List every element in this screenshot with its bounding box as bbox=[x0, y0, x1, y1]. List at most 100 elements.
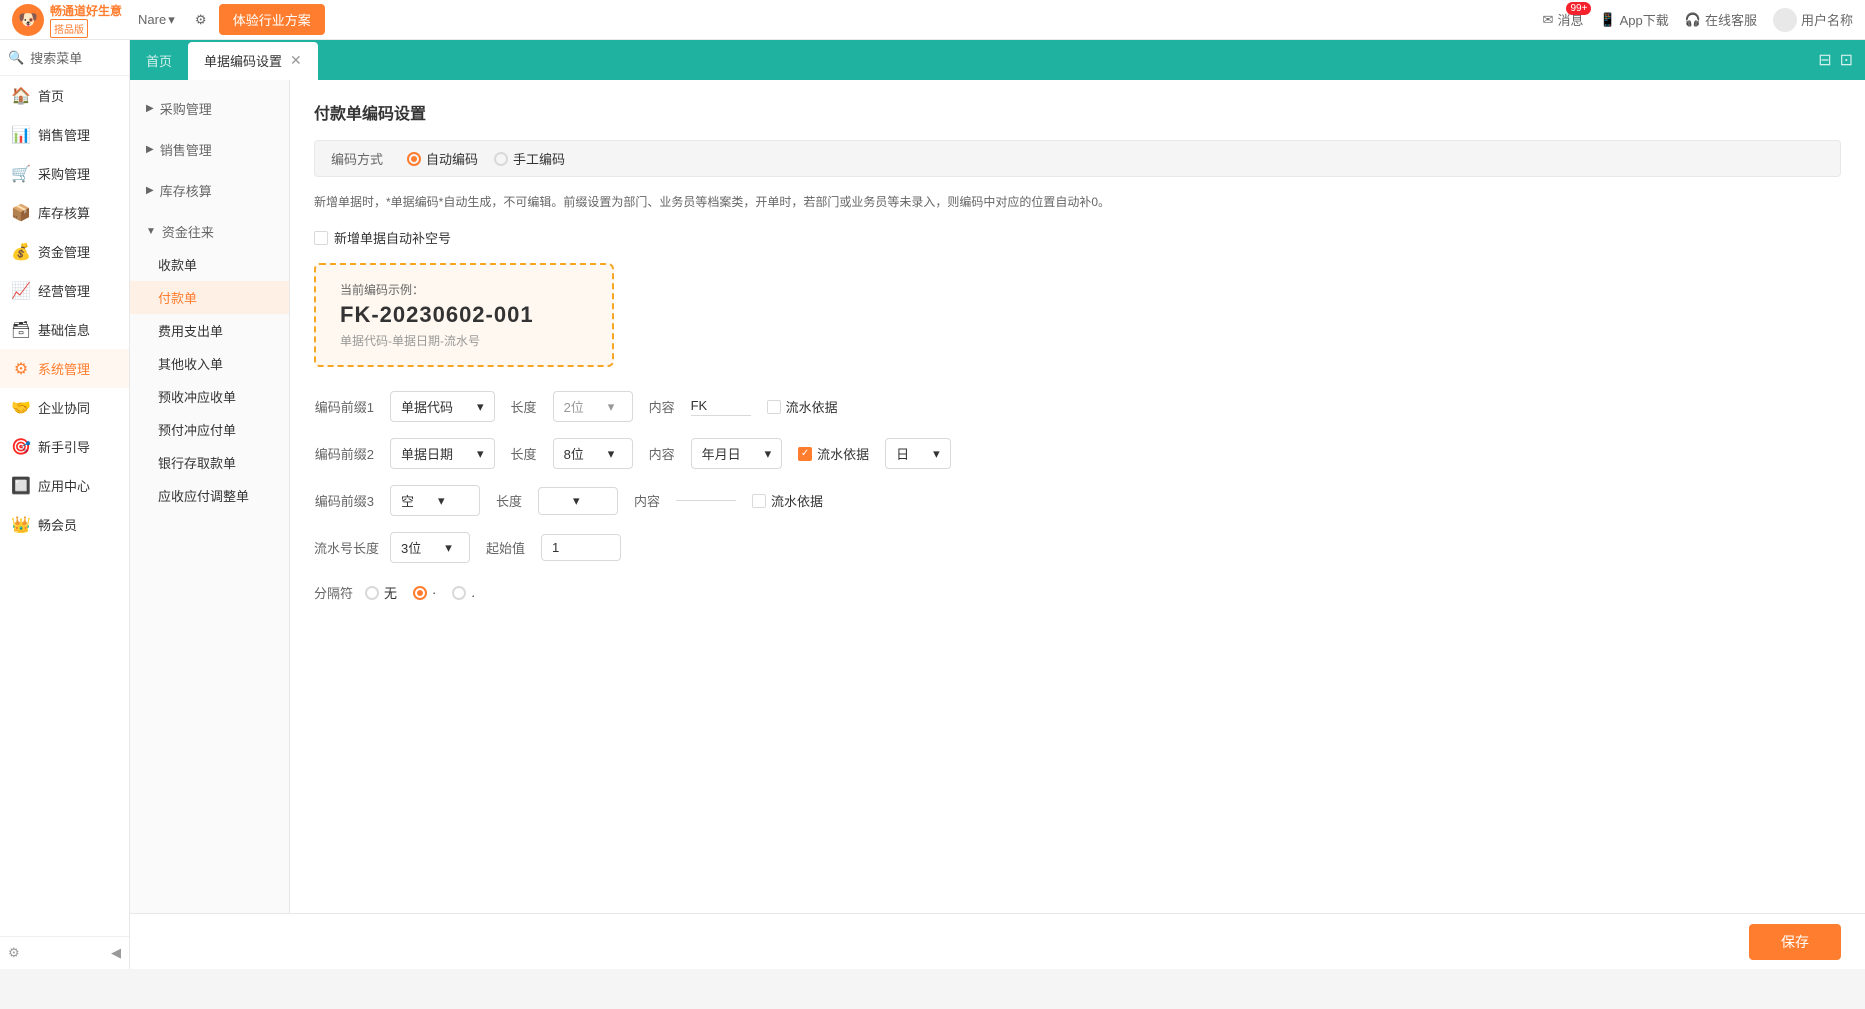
basic-icon: 🗃 bbox=[12, 321, 30, 339]
messages-button[interactable]: ✉ 消息 99+ bbox=[1543, 10, 1584, 29]
sub-group-purchase: ▶ 采购管理 bbox=[130, 88, 289, 129]
notice-text: 新增单据时，*单据编码*自动生成，不可编辑。前缀设置为部门、业务员等档案类，开单… bbox=[314, 193, 1841, 212]
main-content: 首页 单据编码设置 ✕ ⊟ ⊡ ▶ 采购管理 ▶ 销售管理 bbox=[130, 40, 1865, 969]
sub-sidebar-sales[interactable]: ▶ 销售管理 bbox=[130, 133, 289, 166]
radio-manual-encode[interactable]: 手工编码 bbox=[494, 149, 565, 168]
trial-button[interactable]: 体验行业方案 bbox=[219, 4, 325, 35]
tab-minimize-icon[interactable]: ⊟ bbox=[1818, 50, 1831, 70]
user-avatar[interactable]: 用户名称 bbox=[1773, 8, 1853, 32]
length-1-select[interactable]: 2位 ▾ bbox=[553, 391, 633, 422]
sidebar-item-finance[interactable]: 💰 资金管理 bbox=[0, 232, 129, 271]
stream-2-checkbox[interactable]: 流水依据 bbox=[798, 444, 869, 463]
start-value-input[interactable] bbox=[541, 534, 621, 561]
top-bar: 🐶 畅通道好生意 搭品版 Nare ▾ ⚙ 体验行业方案 ✉ 消息 99+ 📱 … bbox=[0, 0, 1865, 40]
prefix-3-select[interactable]: 空 ▾ bbox=[390, 485, 480, 516]
sidebar-item-cooperation[interactable]: 🤝 企业协同 bbox=[0, 388, 129, 427]
prefix-2-select[interactable]: 单据日期 ▾ bbox=[390, 438, 495, 469]
online-service-button[interactable]: 🎧 在线客服 bbox=[1685, 10, 1757, 29]
separator-options: 无 · . bbox=[365, 583, 475, 602]
sub-sidebar-inventory[interactable]: ▶ 库存核算 bbox=[130, 174, 289, 207]
logo-icon: 🐶 bbox=[12, 4, 44, 36]
chevron-right-icon: ▶ bbox=[146, 103, 154, 114]
settings-icon[interactable]: ⚙ bbox=[187, 6, 215, 34]
download-icon: 📱 bbox=[1599, 12, 1615, 28]
chevron-down-icon: ▾ bbox=[573, 493, 580, 509]
tab-bar-right: ⊟ ⊡ bbox=[1818, 50, 1865, 70]
prefix-3-label: 编码前缀3 bbox=[314, 491, 374, 510]
stream-1-checkbox[interactable]: 流水依据 bbox=[767, 397, 838, 416]
sub-sidebar-capital[interactable]: ▼ 资金往来 bbox=[130, 215, 289, 248]
top-bar-left: 🐶 畅通道好生意 搭品版 Nare ▾ ⚙ 体验行业方案 bbox=[12, 2, 325, 38]
sub-sidebar-prepaid-ar[interactable]: 预收冲应收单 bbox=[130, 380, 289, 413]
length-2-select[interactable]: 8位 ▾ bbox=[553, 438, 633, 469]
search-menu-button[interactable]: 🔍 搜索菜单 bbox=[0, 40, 129, 76]
sub-sidebar: ▶ 采购管理 ▶ 销售管理 ▶ 库存核算 ▼ 资金往来 bbox=[130, 80, 290, 913]
sep-dash[interactable]: . bbox=[452, 585, 475, 600]
sub-sidebar-prepaid-ap[interactable]: 预付冲应付单 bbox=[130, 413, 289, 446]
sidebar-collapse-icon[interactable]: ◀ bbox=[111, 945, 121, 961]
sep-none[interactable]: 无 bbox=[365, 583, 397, 602]
serial-length-select[interactable]: 3位 ▾ bbox=[390, 532, 470, 563]
content-2-label: 内容 bbox=[649, 444, 675, 463]
tab-home[interactable]: 首页 bbox=[130, 40, 188, 80]
sidebar-item-purchase[interactable]: 🛒 采购管理 bbox=[0, 154, 129, 193]
page-title: 付款单编码设置 bbox=[314, 100, 1841, 124]
sidebar-item-inventory[interactable]: 📦 库存核算 bbox=[0, 193, 129, 232]
app-download-button[interactable]: 📱 App下载 bbox=[1599, 10, 1668, 29]
app-logo: 🐶 畅通道好生意 搭品版 bbox=[12, 2, 122, 38]
length-3-select[interactable]: ▾ bbox=[538, 487, 618, 515]
tab-close-icon[interactable]: ✕ bbox=[290, 52, 302, 69]
sidebar-item-basic[interactable]: 🗃 基础信息 bbox=[0, 310, 129, 349]
save-button[interactable]: 保存 bbox=[1749, 924, 1841, 960]
sidebar-item-member[interactable]: 👑 畅会员 bbox=[0, 505, 129, 544]
radio-auto-encode[interactable]: 自动编码 bbox=[407, 149, 478, 168]
inventory-icon: 📦 bbox=[12, 204, 30, 222]
sub-sidebar-bank[interactable]: 银行存取款单 bbox=[130, 446, 289, 479]
prefix-1-select[interactable]: 单据代码 ▾ bbox=[390, 391, 495, 422]
prefix-row-2: 编码前缀2 单据日期 ▾ 长度 8位 ▾ 内容 年月日 ▾ 流水依据 bbox=[314, 438, 1841, 469]
auto-fill-row: 新增单据自动补空号 bbox=[314, 228, 1841, 247]
content-area: ▶ 采购管理 ▶ 销售管理 ▶ 库存核算 ▼ 资金往来 bbox=[130, 80, 1865, 913]
length-2-label: 长度 bbox=[511, 444, 537, 463]
sidebar-item-home[interactable]: 🏠 首页 bbox=[0, 76, 129, 115]
stream-1-box[interactable] bbox=[767, 400, 781, 414]
start-value-label: 起始值 bbox=[486, 538, 525, 557]
sep-dash-radio bbox=[452, 586, 466, 600]
length-1-label: 长度 bbox=[511, 397, 537, 416]
sep-dot[interactable]: · bbox=[413, 585, 436, 600]
sidebar-item-system[interactable]: ⚙ 系统管理 bbox=[0, 349, 129, 388]
sidebar-item-apps[interactable]: 🔲 应用中心 bbox=[0, 466, 129, 505]
search-icon: 🔍 bbox=[8, 50, 24, 66]
sub-group-sales: ▶ 销售管理 bbox=[130, 129, 289, 170]
code-preview-box: 当前编码示例： FK-20230602-001 单据代码-单据日期-流水号 bbox=[314, 263, 614, 367]
bottom-bar: 保存 bbox=[130, 913, 1865, 969]
stream-3-checkbox[interactable]: 流水依据 bbox=[752, 491, 823, 510]
sub-sidebar-payment[interactable]: 付款单 bbox=[130, 281, 289, 314]
auto-fill-checkbox[interactable] bbox=[314, 231, 328, 245]
sub-sidebar-purchase[interactable]: ▶ 采购管理 bbox=[130, 92, 289, 125]
sub-sidebar-expense[interactable]: 费用支出单 bbox=[130, 314, 289, 347]
sub-sidebar-other-income[interactable]: 其他收入单 bbox=[130, 347, 289, 380]
home-icon: 🏠 bbox=[12, 87, 30, 105]
sidebar-item-sales[interactable]: 📊 销售管理 bbox=[0, 115, 129, 154]
tab-maximize-icon[interactable]: ⊡ bbox=[1840, 50, 1853, 70]
sidebar-item-guide[interactable]: 🎯 新手引导 bbox=[0, 427, 129, 466]
stream-2-box[interactable] bbox=[798, 447, 812, 461]
length-3-label: 长度 bbox=[496, 491, 522, 510]
radio-auto-circle bbox=[407, 152, 421, 166]
message-badge: 99+ bbox=[1566, 2, 1591, 15]
sub-sidebar-receipt[interactable]: 收款单 bbox=[130, 248, 289, 281]
tab-encode-settings[interactable]: 单据编码设置 ✕ bbox=[188, 42, 318, 82]
sub-group-capital: ▼ 资金往来 收款单 付款单 费用支出单 其他收入单 预收冲应收单 预付冲应付单… bbox=[130, 211, 289, 516]
top-bar-nav: Nare ▾ ⚙ 体验行业方案 bbox=[130, 4, 325, 35]
chevron-right-icon: ▶ bbox=[146, 144, 154, 155]
stream-unit-select[interactable]: 日 ▾ bbox=[885, 438, 951, 469]
sub-sidebar-ar-ap-adjust[interactable]: 应收应付调整单 bbox=[130, 479, 289, 512]
content-3-label: 内容 bbox=[634, 491, 660, 510]
sidebar-item-management[interactable]: 📈 经营管理 bbox=[0, 271, 129, 310]
stream-3-box[interactable] bbox=[752, 494, 766, 508]
content-2-select[interactable]: 年月日 ▾ bbox=[691, 438, 783, 469]
sidebar-settings-icon[interactable]: ⚙ bbox=[8, 945, 20, 961]
nav-dropdown[interactable]: Nare ▾ bbox=[130, 8, 183, 32]
guide-icon: 🎯 bbox=[12, 438, 30, 456]
